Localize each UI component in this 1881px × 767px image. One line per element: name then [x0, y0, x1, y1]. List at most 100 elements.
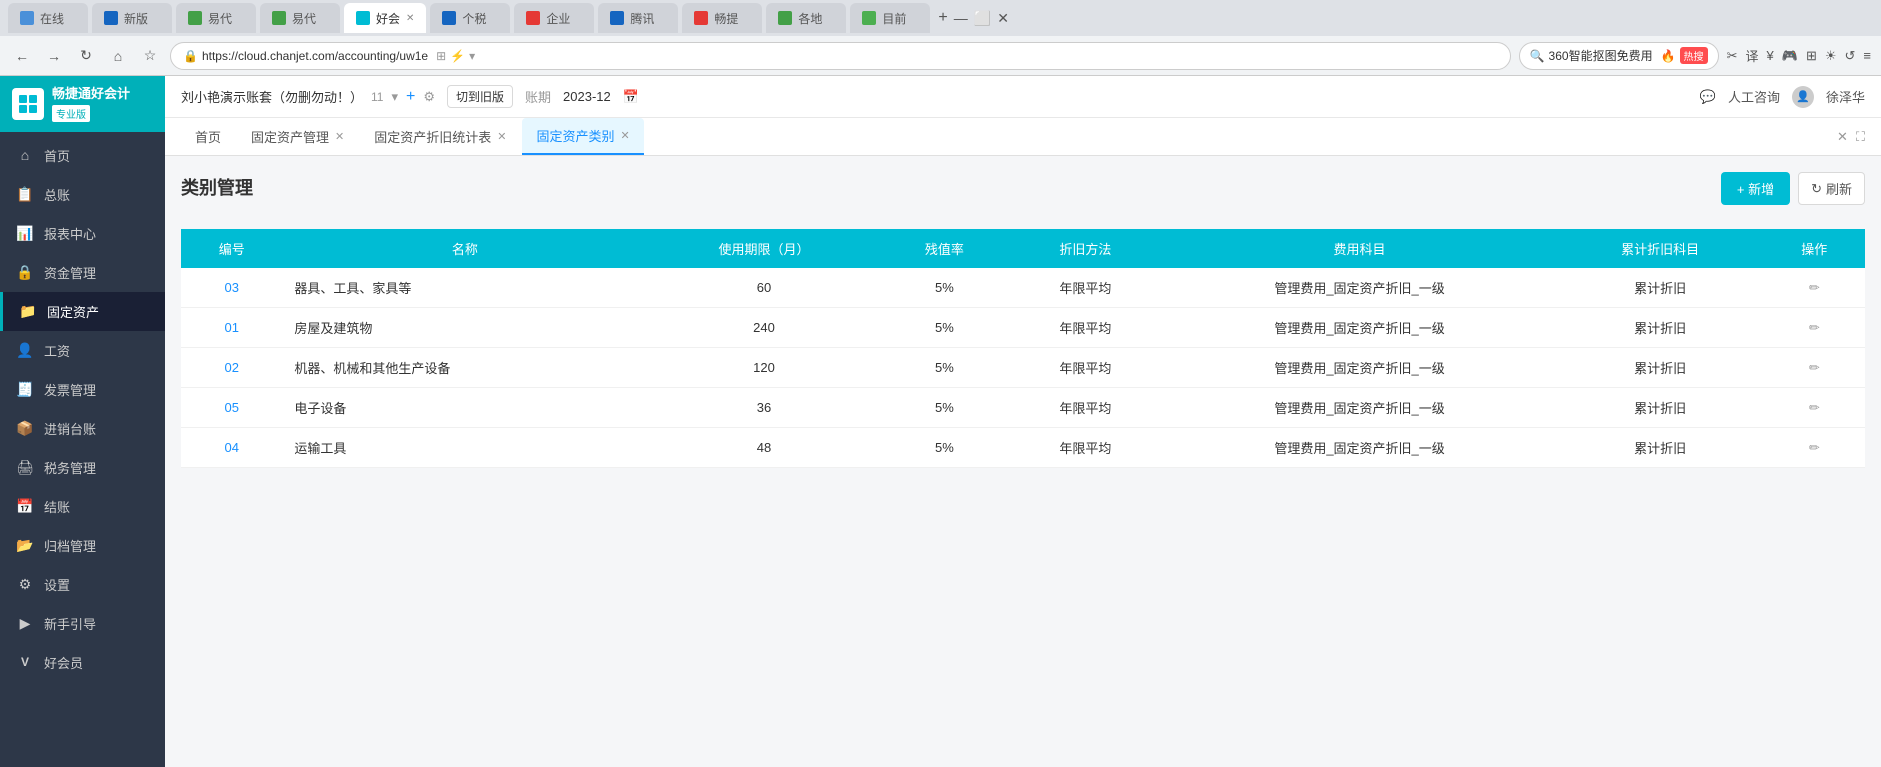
- browser-tab-3[interactable]: 易代: [176, 3, 256, 33]
- sidebar-item-invoice[interactable]: 🧾 发票管理: [0, 370, 165, 409]
- switch-version-btn[interactable]: 切到旧版: [447, 85, 513, 108]
- browser-tab-5[interactable]: 好会 ✕: [344, 3, 426, 33]
- toolbar-game[interactable]: 🎮: [1782, 48, 1798, 64]
- back-btn[interactable]: ←: [10, 44, 34, 68]
- tab-home-label: 首页: [195, 127, 221, 146]
- home-browser-btn[interactable]: ⌂: [106, 44, 130, 68]
- lock-icon: 🔒: [183, 49, 198, 63]
- toolbar-undo[interactable]: ↺: [1845, 48, 1856, 64]
- cell-period: 240: [647, 308, 880, 348]
- tab-category-close[interactable]: ✕: [621, 129, 630, 142]
- settings-icon: ⚙: [16, 575, 34, 593]
- logo-title: 畅捷通好会计: [52, 86, 130, 103]
- sidebar-item-report[interactable]: 📊 报表中心: [0, 214, 165, 253]
- sidebar-item-fund[interactable]: 🔒 资金管理: [0, 253, 165, 292]
- cell-action[interactable]: ✏: [1764, 268, 1865, 308]
- cell-code[interactable]: 05: [181, 388, 282, 428]
- browser-tab-4[interactable]: 易代: [260, 3, 340, 33]
- cell-code[interactable]: 01: [181, 308, 282, 348]
- dropdown-icon[interactable]: ▾: [391, 89, 398, 105]
- tab-category[interactable]: 固定资产类别 ✕: [522, 118, 643, 155]
- add-account-btn[interactable]: +: [406, 88, 415, 106]
- account-info: 刘小艳演示账套（勿删勿动！） 11 ▾ + ⚙: [181, 87, 435, 106]
- tab-close-all-btn[interactable]: ✕: [1837, 129, 1848, 145]
- edit-icon[interactable]: ✏: [1809, 360, 1820, 375]
- edit-icon[interactable]: ✏: [1809, 320, 1820, 335]
- cell-code[interactable]: 03: [181, 268, 282, 308]
- tab-depreciation[interactable]: 固定资产折旧统计表 ✕: [360, 119, 520, 154]
- cell-code[interactable]: 04: [181, 428, 282, 468]
- app-wrapper: 畅捷通好会计 专业版 ⌂ 首页 📋 总账 📊 报表中心 🔒 资金管理 📁: [0, 76, 1881, 767]
- forward-btn[interactable]: →: [42, 44, 66, 68]
- cell-code[interactable]: 02: [181, 348, 282, 388]
- sidebar-item-salary[interactable]: 👤 工资: [0, 331, 165, 370]
- cell-period: 60: [647, 268, 880, 308]
- sidebar-item-ledger[interactable]: 📋 总账: [0, 175, 165, 214]
- refresh-btn[interactable]: ↻ 刷新: [1798, 172, 1865, 205]
- user-name: 刘小艳演示账套（勿删勿动！）: [181, 87, 363, 106]
- header-right: 💬 人工咨询 👤 徐泽华: [1700, 86, 1865, 108]
- close-window-btn[interactable]: ✕: [997, 10, 1009, 27]
- cell-method: 年限平均: [1008, 348, 1162, 388]
- minimize-btn[interactable]: —: [954, 10, 968, 26]
- cell-action[interactable]: ✏: [1764, 428, 1865, 468]
- sidebar-item-close[interactable]: 📅 结账: [0, 487, 165, 526]
- table-body: 03 器具、工具、家具等 60 5% 年限平均 管理费用_固定资产折旧_一级 累…: [181, 268, 1865, 468]
- sidebar-item-guide[interactable]: ▶ 新手引导: [0, 604, 165, 643]
- edit-icon[interactable]: ✏: [1809, 400, 1820, 415]
- tab-home[interactable]: 首页: [181, 119, 235, 154]
- table-row: 05 电子设备 36 5% 年限平均 管理费用_固定资产折旧_一级 累计折旧 ✏: [181, 388, 1865, 428]
- sidebar-nav: ⌂ 首页 📋 总账 📊 报表中心 🔒 资金管理 📁 固定资产 👤 工资: [0, 132, 165, 767]
- toolbar-translate[interactable]: 译: [1746, 46, 1759, 65]
- browser-toolbar: ← → ↻ ⌂ ☆ 🔒 https://cloud.chanjet.com/ac…: [0, 36, 1881, 76]
- tab-fullscreen-btn[interactable]: ⛶: [1856, 129, 1865, 145]
- toolbar-coin[interactable]: ¥: [1767, 48, 1774, 63]
- browser-tab-8[interactable]: 腾讯: [598, 3, 678, 33]
- address-bar[interactable]: 🔒 https://cloud.chanjet.com/accounting/u…: [170, 42, 1511, 70]
- sidebar-item-tax[interactable]: 🖨 税务管理: [0, 448, 165, 487]
- cell-action[interactable]: ✏: [1764, 348, 1865, 388]
- cell-period: 48: [647, 428, 880, 468]
- support-label[interactable]: 人工咨询: [1728, 87, 1780, 106]
- sidebar-item-help[interactable]: V 好会员: [0, 643, 165, 682]
- bookmark-btn[interactable]: ☆: [138, 44, 162, 68]
- sidebar-item-archive[interactable]: 📂 归档管理: [0, 526, 165, 565]
- page-title: 类别管理: [181, 174, 253, 200]
- browser-tab-1[interactable]: 在线: [8, 3, 88, 33]
- table-header: 编号 名称 使用期限（月） 残值率 折旧方法 费用科目 累计折旧科目 操作: [181, 229, 1865, 268]
- toolbar-scissors[interactable]: ✂: [1727, 48, 1738, 64]
- search-bar[interactable]: 🔍 360智能抠图免费用 🔥 热搜: [1519, 42, 1719, 70]
- browser-tab-11[interactable]: 目前: [850, 3, 930, 33]
- account-count: 11: [371, 90, 383, 104]
- browser-tab-close-5[interactable]: ✕: [406, 13, 414, 24]
- new-tab-btn[interactable]: +: [938, 9, 947, 27]
- browser-tab-9[interactable]: 畅提: [682, 3, 762, 33]
- sidebar-item-home[interactable]: ⌂ 首页: [0, 136, 165, 175]
- tab-asset-mgmt[interactable]: 固定资产管理 ✕: [237, 119, 358, 154]
- add-btn[interactable]: + 新增: [1721, 172, 1790, 205]
- browser-tab-7[interactable]: 企业: [514, 3, 594, 33]
- sidebar-label-close: 结账: [44, 497, 70, 516]
- cell-action[interactable]: ✏: [1764, 308, 1865, 348]
- sidebar-item-asset[interactable]: 📁 固定资产: [0, 292, 165, 331]
- tab-depreciation-close[interactable]: ✕: [497, 130, 506, 143]
- maximize-btn[interactable]: ⬜: [974, 10, 991, 27]
- tab-asset-mgmt-close[interactable]: ✕: [335, 130, 344, 143]
- cell-name: 器具、工具、家具等: [282, 268, 647, 308]
- browser-tab-2[interactable]: 新版: [92, 3, 172, 33]
- toolbar-grid[interactable]: ⊞: [1806, 48, 1817, 64]
- browser-tab-10[interactable]: 各地: [766, 3, 846, 33]
- toolbar-sun[interactable]: ☀: [1825, 48, 1837, 64]
- sidebar-label-salary: 工资: [44, 341, 70, 360]
- sidebar-item-inventory[interactable]: 📦 进销台账: [0, 409, 165, 448]
- toolbar-menu[interactable]: ≡: [1863, 48, 1871, 63]
- sidebar-item-settings[interactable]: ⚙ 设置: [0, 565, 165, 604]
- app-header: 刘小艳演示账套（勿删勿动！） 11 ▾ + ⚙ 切到旧版 账期 2023-12 …: [165, 76, 1881, 118]
- settings-header-icon[interactable]: ⚙: [423, 89, 435, 105]
- cell-action[interactable]: ✏: [1764, 388, 1865, 428]
- edit-icon[interactable]: ✏: [1809, 280, 1820, 295]
- reload-btn[interactable]: ↻: [74, 44, 98, 68]
- calendar-icon[interactable]: 📅: [623, 89, 639, 105]
- edit-icon[interactable]: ✏: [1809, 440, 1820, 455]
- browser-tab-6[interactable]: 个税: [430, 3, 510, 33]
